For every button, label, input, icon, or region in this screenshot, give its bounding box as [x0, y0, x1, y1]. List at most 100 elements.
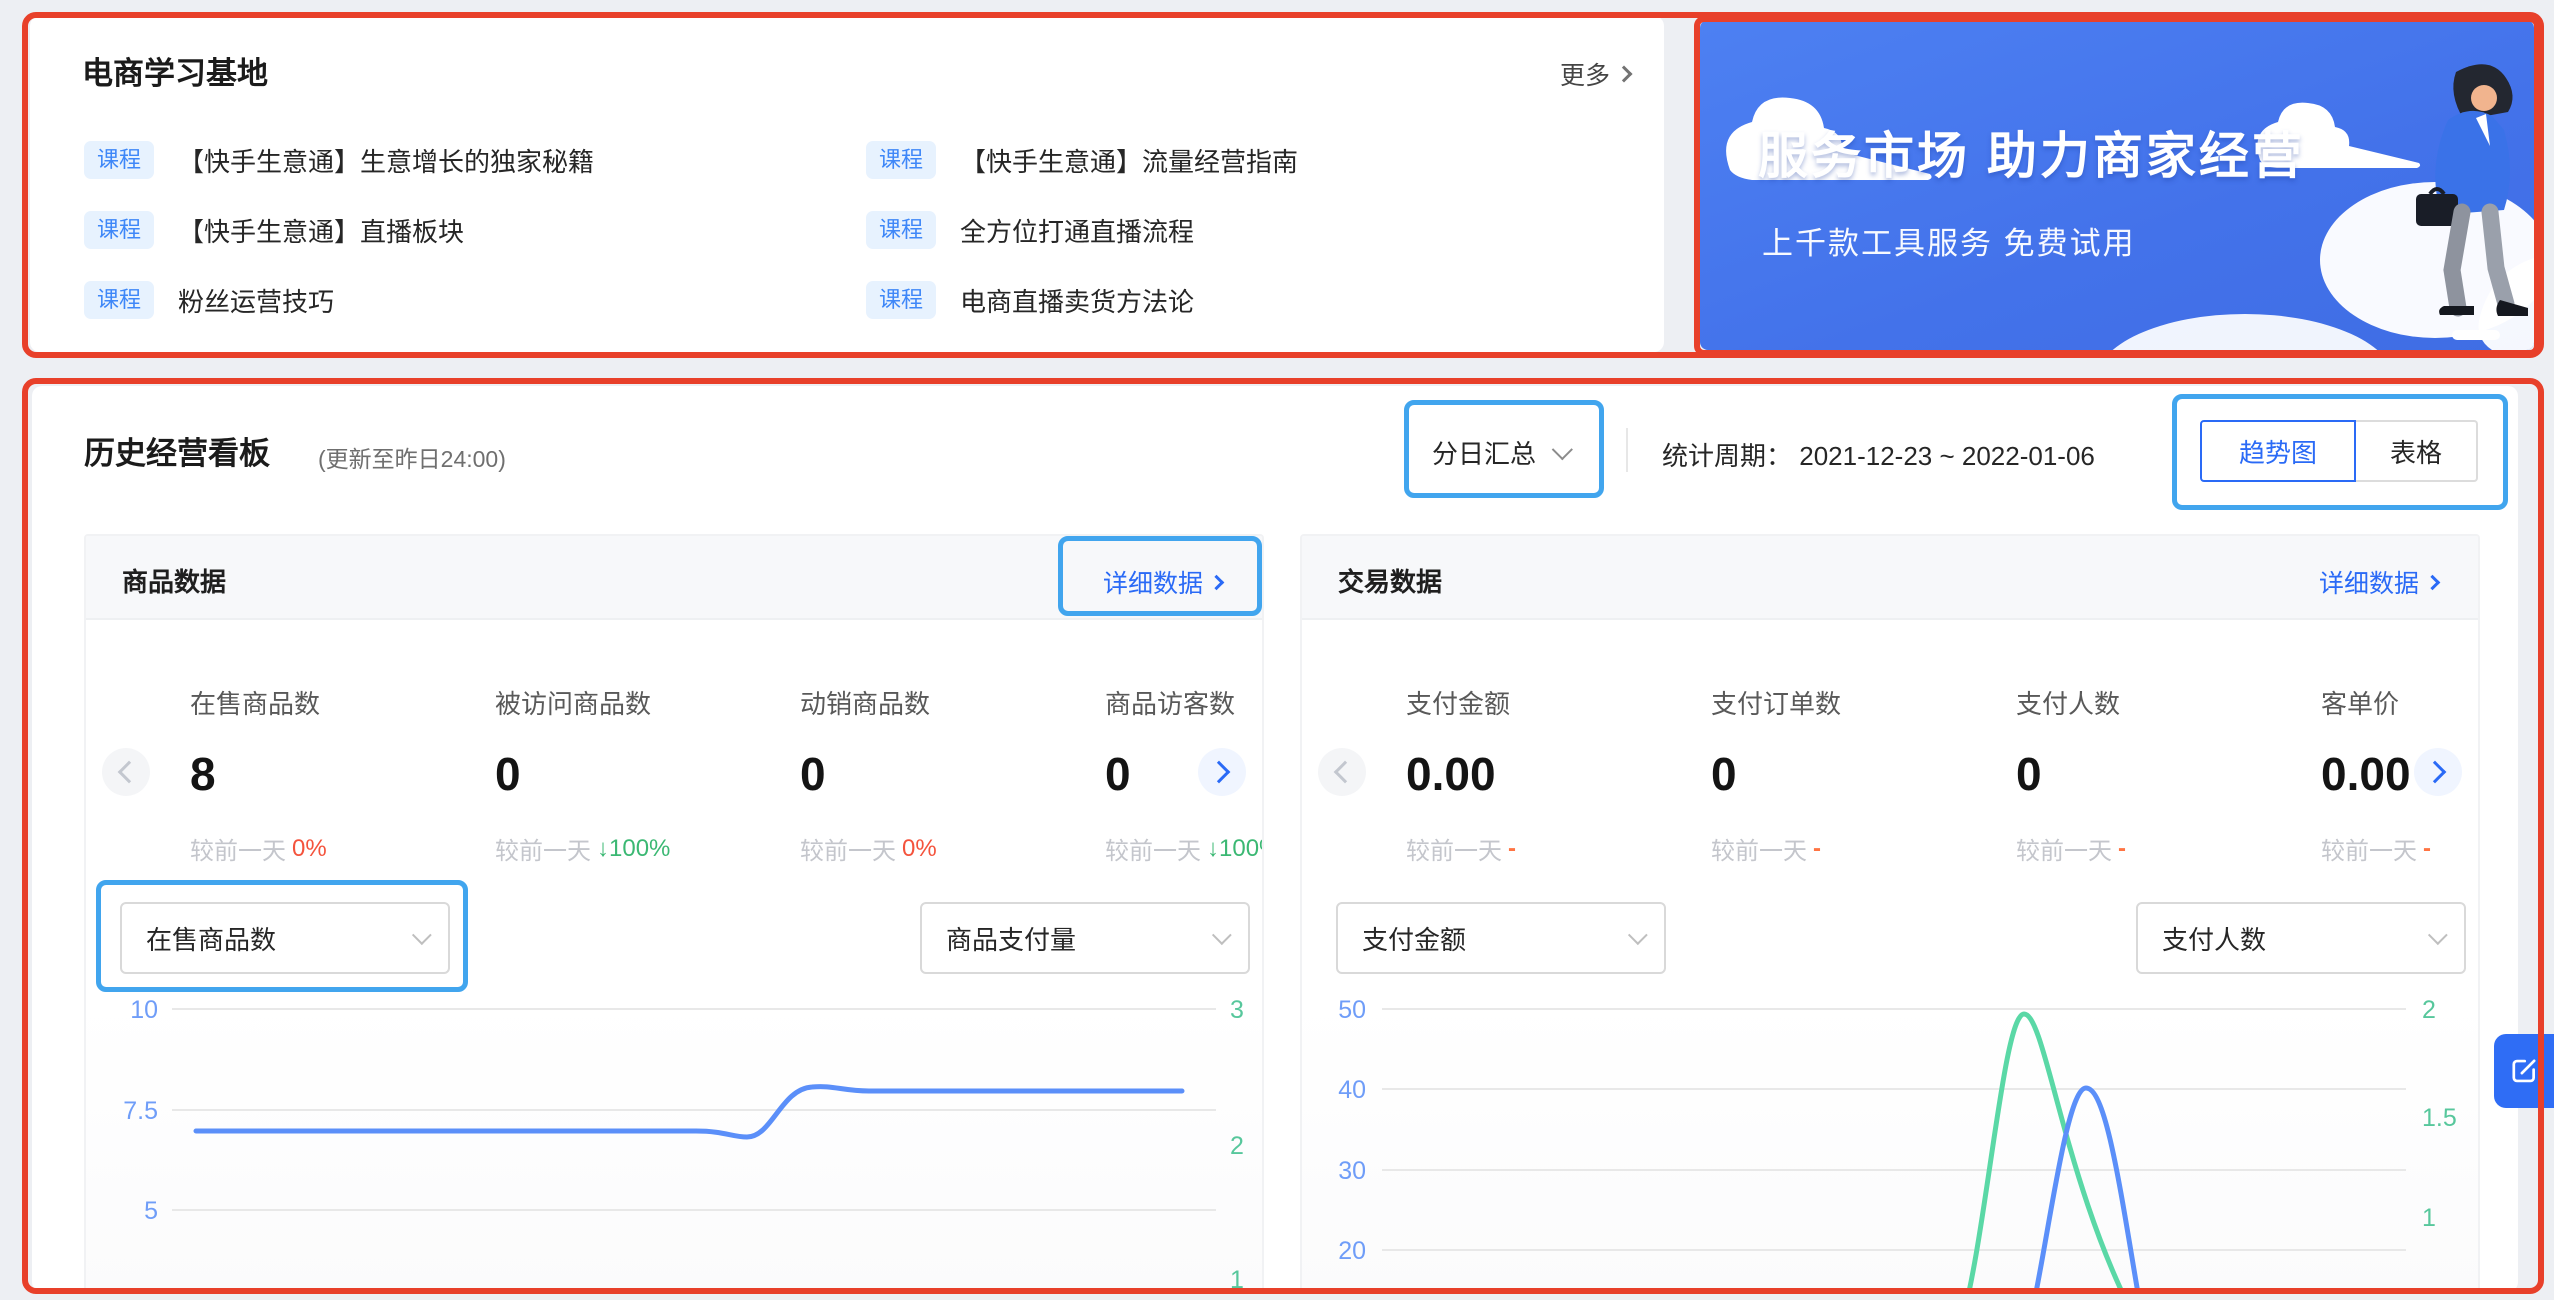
course-item[interactable]: 课程 全方位打通直播流程	[866, 208, 1298, 252]
detail-data-link[interactable]: 详细数据	[1103, 564, 1225, 600]
trade-data-card: 交易数据 详细数据 支付金额 0.00 较前一天 - 支付订单数 0 较前一天 …	[1300, 534, 2480, 1292]
compare-label: 较前一天	[2321, 838, 2417, 865]
axis-tick: 40	[1338, 1076, 1366, 1104]
course-tag: 课程	[84, 141, 155, 179]
product-trend-chart: 10 7.5 5 3 2 1	[86, 998, 1262, 1290]
card-title: 商品数据	[122, 567, 227, 597]
metric-payment-amount: 支付金额 0.00 较前一天 -	[1406, 684, 1696, 866]
carousel-prev-button[interactable]	[1318, 748, 1366, 796]
metric-change: 较前一天 -	[2016, 831, 2306, 866]
axis-tick: 7.5	[123, 1097, 158, 1125]
series-line-blue	[2033, 1085, 2140, 1290]
metric-change: 较前一天 ↓100%	[495, 831, 785, 866]
stat-period-label: 统计周期：	[1662, 441, 1793, 471]
summary-mode-select[interactable]: 分日汇总	[1432, 434, 1573, 471]
trade-secondary-select[interactable]: 支付人数	[2136, 902, 2466, 974]
card-header: 交易数据 详细数据	[1302, 536, 2478, 620]
trade-metric-select[interactable]: 支付金额	[1336, 902, 1666, 974]
banner-title: 服务市场 助力商家经营	[1758, 128, 2305, 184]
chevron-right-icon	[2424, 574, 2441, 590]
service-market-banner[interactable]: 服务市场 助力商家经营 上千款工具服务 免费试用	[1700, 20, 2534, 350]
change-value: ↓100%	[597, 834, 671, 862]
view-toggle: 趋势图 表格	[2200, 420, 2478, 482]
chevron-right-icon	[1208, 574, 1225, 590]
axis-tick: 1.5	[2422, 1104, 2457, 1132]
chevron-left-icon	[117, 760, 141, 784]
metric-value: 0	[800, 748, 826, 800]
course-title: 【快手生意通】生意增长的独家秘籍	[178, 146, 595, 177]
select-value: 商品支付量	[946, 924, 1077, 955]
chevron-down-icon	[1627, 925, 1648, 946]
axis-tick: 30	[1338, 1157, 1366, 1185]
metric-online-products: 在售商品数 8 较前一天 0%	[190, 684, 480, 866]
axis-tick: 20	[1338, 1237, 1366, 1265]
metric-selling-products: 动销商品数 0 较前一天 0%	[800, 684, 1090, 866]
course-item[interactable]: 课程 【快手生意通】直播板块	[84, 208, 594, 252]
metric-paying-users: 支付人数 0 较前一天 -	[2016, 684, 2306, 866]
metric-label: 客单价	[2321, 689, 2400, 719]
metric-label: 被访问商品数	[495, 689, 652, 719]
change-value: 0%	[902, 834, 937, 862]
chevron-right-icon	[1615, 65, 1633, 83]
axis-tick: 1	[2422, 1204, 2436, 1232]
divider	[1626, 428, 1628, 472]
product-secondary-select[interactable]: 商品支付量	[920, 902, 1250, 974]
compare-label: 较前一天	[1406, 838, 1502, 865]
summary-mode-value: 分日汇总	[1432, 439, 1537, 469]
change-value: -	[2118, 834, 2126, 862]
metric-value: 0	[2016, 748, 2042, 800]
metric-label: 动销商品数	[800, 689, 931, 719]
course-column-right: 课程 【快手生意通】流量经营指南 课程 全方位打通直播流程 课程 电商直播卖货方…	[866, 138, 1298, 348]
feedback-edit-button[interactable]	[2494, 1034, 2554, 1108]
course-item[interactable]: 课程 【快手生意通】生意增长的独家秘籍	[84, 138, 594, 182]
metric-change: 较前一天 -	[2321, 831, 2478, 866]
change-value: ↓100%	[1207, 834, 1262, 862]
select-value: 支付人数	[2162, 924, 2267, 955]
course-tag: 课程	[866, 211, 937, 249]
course-item[interactable]: 课程 【快手生意通】流量经营指南	[866, 138, 1298, 182]
metric-paid-orders: 支付订单数 0 较前一天 -	[1711, 684, 2001, 866]
axis-tick: 10	[130, 998, 158, 1024]
course-tag: 课程	[866, 281, 937, 319]
metric-change: 较前一天 -	[1406, 831, 1696, 866]
axis-tick: 50	[1338, 998, 1366, 1024]
detail-data-label: 详细数据	[2318, 570, 2419, 598]
change-value: -	[2423, 834, 2431, 862]
carousel-prev-button[interactable]	[102, 748, 150, 796]
detail-data-link[interactable]: 详细数据	[2318, 564, 2441, 600]
metric-label: 支付人数	[2016, 689, 2121, 719]
more-label: 更多	[1559, 62, 1610, 90]
page: 电商学习基地 更多 课程 【快手生意通】生意增长的独家秘籍 课程 【快手生意通】…	[0, 0, 2554, 1300]
chevron-down-icon	[411, 925, 432, 946]
learning-card: 电商学习基地 更多 课程 【快手生意通】生意增长的独家秘籍 课程 【快手生意通】…	[30, 16, 1664, 352]
change-value: -	[1813, 834, 1821, 862]
card-title: 交易数据	[1338, 567, 1443, 597]
arrow-down-icon: ↓	[1207, 834, 1219, 862]
product-data-card: 商品数据 详细数据 在售商品数 8 较前一天 0% 被访问商品数 0 较前一天 …	[84, 534, 1264, 1292]
course-title: 【快手生意通】流量经营指南	[960, 146, 1299, 177]
compare-label: 较前一天	[1711, 838, 1807, 865]
carousel-next-button[interactable]	[2414, 748, 2462, 796]
toggle-table[interactable]: 表格	[2356, 420, 2478, 482]
toggle-trend-chart[interactable]: 趋势图	[2200, 420, 2356, 482]
metric-change: 较前一天 -	[1711, 831, 2001, 866]
course-item[interactable]: 课程 电商直播卖货方法论	[866, 278, 1298, 322]
course-title: 电商直播卖货方法论	[960, 286, 1195, 317]
product-metric-select[interactable]: 在售商品数	[120, 902, 450, 974]
axis-tick: 2	[1230, 1132, 1244, 1160]
chevron-left-icon	[1333, 760, 1357, 784]
course-title: 粉丝运营技巧	[178, 286, 335, 317]
carousel-next-button[interactable]	[1198, 748, 1246, 796]
edit-icon	[2512, 1059, 2536, 1083]
more-link[interactable]: 更多	[1559, 56, 1633, 92]
change-value: -	[1508, 834, 1516, 862]
metric-change: 较前一天 ↓100%	[1105, 831, 1262, 866]
course-tag: 课程	[84, 211, 155, 249]
compare-label: 较前一天	[2016, 838, 2112, 865]
axis-tick: 3	[1230, 998, 1244, 1024]
metric-value: 0	[1711, 748, 1737, 800]
axis-tick: 5	[144, 1197, 158, 1225]
metric-value: 0	[495, 748, 521, 800]
metric-label: 商品访客数	[1105, 689, 1236, 719]
course-item[interactable]: 课程 粉丝运营技巧	[84, 278, 594, 322]
